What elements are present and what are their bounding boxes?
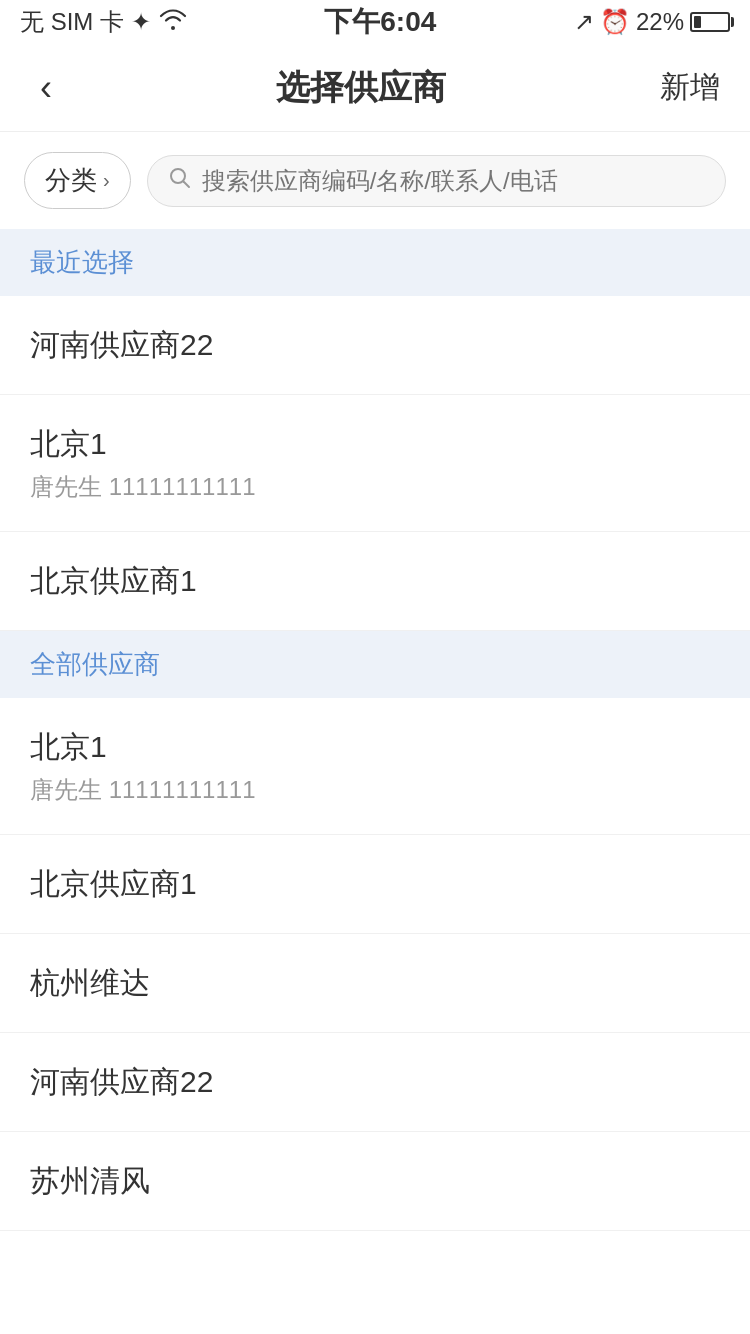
item-name: 苏州清风: [30, 1160, 720, 1202]
svg-line-1: [183, 181, 189, 187]
item-name: 北京供应商1: [30, 863, 720, 905]
all-section-header: 全部供应商: [0, 631, 750, 698]
page-title: 选择供应商: [276, 65, 446, 111]
back-button[interactable]: ‹: [30, 57, 62, 119]
search-input[interactable]: [202, 167, 705, 195]
category-button[interactable]: 分类 ›: [24, 152, 131, 209]
filter-bar: 分类 ›: [0, 132, 750, 229]
item-name: 杭州维达: [30, 962, 720, 1004]
status-left: 无 SIM 卡 ✦: [20, 6, 187, 38]
all-items-list: 北京1 唐先生 11111111111 北京供应商1 杭州维达河南供应商22 苏州清风: [0, 698, 750, 1231]
item-name: 河南供应商22: [30, 324, 720, 366]
item-name: 河南供应商22: [30, 1061, 720, 1103]
list-item[interactable]: 河南供应商22: [0, 1033, 750, 1132]
list-item[interactable]: 苏州清风: [0, 1132, 750, 1231]
nav-bar: ‹ 选择供应商 新增: [0, 44, 750, 132]
list-item[interactable]: 北京供应商1: [0, 532, 750, 631]
recent-items-list: 河南供应商22 北京1 唐先生 11111111111 北京供应商1: [0, 296, 750, 631]
recent-section-header: 最近选择: [0, 229, 750, 296]
list-item[interactable]: 北京供应商1: [0, 835, 750, 934]
wifi-icon: [159, 8, 187, 36]
item-sub: 唐先生 11111111111: [30, 774, 720, 806]
search-icon: [168, 166, 192, 196]
item-name: 北京1: [30, 726, 720, 768]
status-bar: 无 SIM 卡 ✦ 下午6:04 ↗ ⏰ 22%: [0, 0, 750, 44]
battery-icon: [690, 12, 730, 32]
search-bar: [147, 155, 726, 207]
item-name: 北京1: [30, 423, 720, 465]
list-item[interactable]: 北京1 唐先生 11111111111: [0, 698, 750, 835]
alarm-icon: ⏰: [600, 8, 630, 36]
status-right: ↗ ⏰ 22%: [574, 8, 730, 36]
list-item[interactable]: 杭州维达: [0, 934, 750, 1033]
location-icon: ↗: [574, 8, 594, 36]
item-sub: 唐先生 11111111111: [30, 471, 720, 503]
chevron-right-icon: ›: [103, 169, 110, 192]
list-item[interactable]: 北京1 唐先生 11111111111: [0, 395, 750, 532]
sim-label: 无 SIM 卡 ✦: [20, 6, 151, 38]
category-label: 分类: [45, 163, 97, 198]
battery-percent: 22%: [636, 8, 684, 36]
status-time: 下午6:04: [324, 3, 436, 41]
list-item[interactable]: 河南供应商22: [0, 296, 750, 395]
item-name: 北京供应商1: [30, 560, 720, 602]
add-button[interactable]: 新增: [660, 67, 720, 108]
